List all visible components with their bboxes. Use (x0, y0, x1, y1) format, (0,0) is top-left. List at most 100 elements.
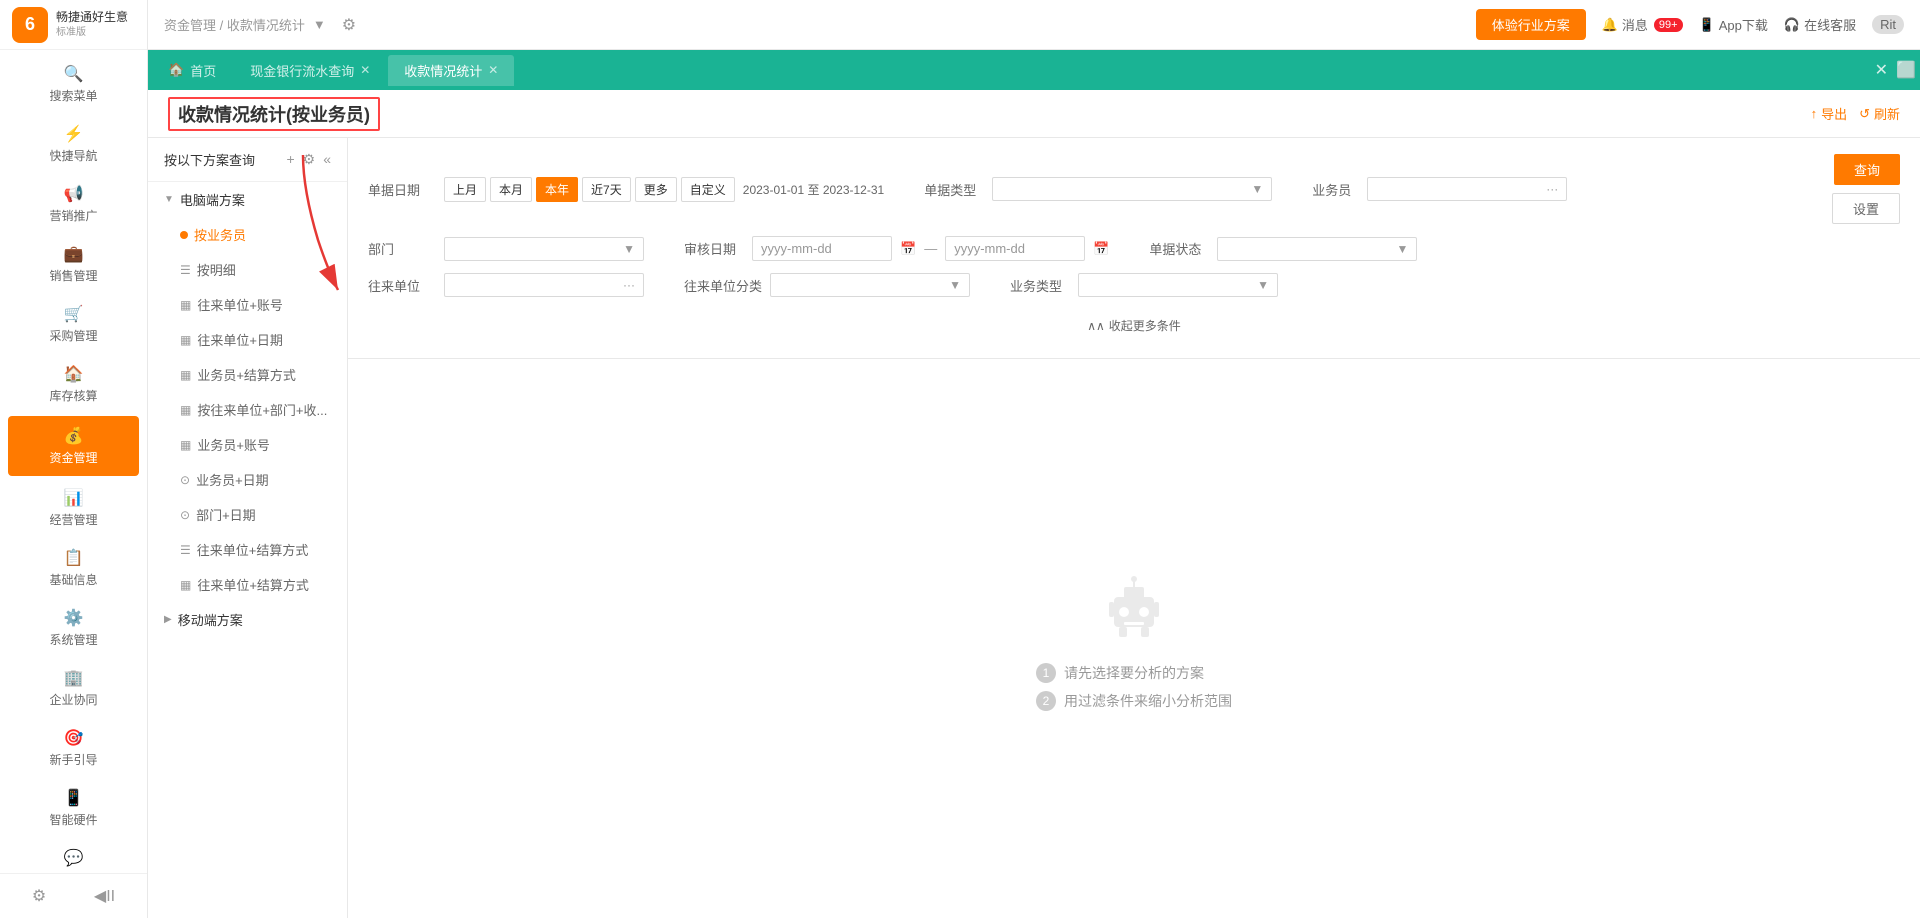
header-settings-icon[interactable]: ⚙ (342, 15, 356, 35)
collapse-panel-icon[interactable]: « (323, 151, 331, 168)
collapse-sidebar-icon[interactable]: ◀II (94, 886, 115, 906)
date-btn-more[interactable]: 更多 (635, 177, 677, 202)
calendar-to-icon[interactable]: 📅 (1093, 241, 1109, 257)
guide-icon: 🎯 (64, 728, 84, 748)
scheme-salesperson-account[interactable]: ▦ 业务员+账号 (148, 427, 347, 462)
page-actions: ↑ 导出 ↺ 刷新 (1811, 104, 1900, 123)
salesperson-settlement-icon: ▦ (180, 368, 191, 382)
sidebar-item-wechat[interactable]: 💬 企业微信 (0, 838, 147, 873)
headset-icon: 🎧 (1784, 17, 1800, 33)
audit-date-from[interactable]: yyyy-mm-dd (752, 236, 892, 261)
scheme-supplier-settlement1[interactable]: ☰ 往来单位+结算方式 (148, 532, 347, 567)
export-icon: ↑ (1811, 106, 1818, 121)
breadcrumb: 资金管理 / 收款情况统计 ▼ (164, 15, 326, 34)
biz-type-arrow-icon: ▼ (1257, 278, 1269, 292)
salesperson-more-icon[interactable]: ··· (1546, 182, 1558, 196)
tab-receipt-close[interactable]: ✕ (488, 63, 498, 77)
doc-type-group: 单据类型 (924, 180, 976, 199)
settings-button[interactable]: 设置 (1832, 193, 1900, 224)
tab-receipt[interactable]: 收款情况统计 ✕ (388, 55, 514, 86)
date-btn-this-year[interactable]: 本年 (536, 177, 578, 202)
notification-group[interactable]: 🔔 消息 99+ (1602, 15, 1683, 34)
scheme-list: ▼ 电脑端方案 按业务员 ☰ 按明细 ▦ 往来单位+账号 (148, 182, 347, 918)
scheme-supplier-date[interactable]: ▦ 往来单位+日期 (148, 322, 347, 357)
counterpart-category-select[interactable]: ▼ (770, 273, 970, 297)
export-button[interactable]: ↑ 导出 (1811, 104, 1848, 123)
dept-label: 部门 (368, 239, 428, 258)
scheme-dept-date[interactable]: ⊙ 部门+日期 (148, 497, 347, 532)
audit-date-group: 审核日期 yyyy-mm-dd 📅 — yyyy-mm-dd 📅 (684, 236, 1109, 261)
scheme-by-salesperson[interactable]: 按业务员 (148, 217, 347, 252)
operation-icon: 📊 (64, 488, 84, 508)
page-header: 收款情况统计(按业务员) ↑ 导出 ↺ 刷新 (148, 90, 1920, 138)
breadcrumb-text: 资金管理 / 收款情况统计 (164, 15, 305, 34)
add-scheme-icon[interactable]: + (286, 151, 294, 168)
sidebar-item-hardware[interactable]: 📱 智能硬件 (0, 778, 147, 838)
scheme-salesperson-settlement[interactable]: ▦ 业务员+结算方式 (148, 357, 347, 392)
collapse-up-icon: ∧∧ (1087, 319, 1105, 333)
salesperson-select[interactable]: ··· (1367, 177, 1567, 201)
logo: 6 畅捷通好生意 标准版 (0, 0, 147, 50)
scheme-supplier-account[interactable]: ▦ 往来单位+账号 (148, 287, 347, 322)
user-avatar-group[interactable]: Rit (1872, 15, 1904, 34)
main: 资金管理 / 收款情况统计 ▼ ⚙ 体验行业方案 🔔 消息 99+ 📱 App下… (148, 0, 1920, 918)
biz-type-select[interactable]: ▼ (1078, 273, 1278, 297)
close-window-icon[interactable]: ✕ (1875, 60, 1888, 80)
dropdown-icon[interactable]: ▼ (313, 17, 326, 32)
doc-type-select[interactable]: ▼ (992, 177, 1272, 201)
date-btn-7days[interactable]: 近7天 (582, 177, 631, 202)
scheme-by-detail[interactable]: ☰ 按明细 (148, 252, 347, 287)
basic-icon: 📋 (64, 548, 84, 568)
online-service-group[interactable]: 🎧 在线客服 (1784, 15, 1856, 34)
sidebar-item-system[interactable]: ⚙️ 系统管理 (0, 598, 147, 658)
sidebar: 6 畅捷通好生意 标准版 🔍 搜索菜单 ⚡ 快捷导航 📢 营销推广 💼 销售管理… (0, 0, 148, 918)
sidebar-item-sales[interactable]: 💼 销售管理 (0, 234, 147, 294)
sidebar-item-search[interactable]: 🔍 搜索菜单 (0, 54, 147, 114)
sidebar-item-enterprise[interactable]: 🏢 企业协同 (0, 658, 147, 718)
audit-date-to[interactable]: yyyy-mm-dd (945, 236, 1085, 261)
mobile-group-header[interactable]: ▶ 移动端方案 (148, 602, 347, 637)
calendar-from-icon[interactable]: 📅 (900, 241, 916, 257)
sidebar-item-quick[interactable]: ⚡ 快捷导航 (0, 114, 147, 174)
user-avatar: Rit (1872, 15, 1904, 34)
sidebar-item-basic[interactable]: 📋 基础信息 (0, 538, 147, 598)
settings-bottom-icon[interactable]: ⚙ (32, 886, 46, 906)
refresh-button[interactable]: ↺ 刷新 (1859, 104, 1900, 123)
tab-bank-close[interactable]: ✕ (360, 63, 370, 77)
sidebar-item-operation[interactable]: 📊 经营管理 (0, 478, 147, 538)
scheme-salesperson-date[interactable]: ⊙ 业务员+日期 (148, 462, 347, 497)
date-btn-last-month[interactable]: 上月 (444, 177, 486, 202)
doc-status-select[interactable]: ▼ (1217, 237, 1417, 261)
query-button[interactable]: 查询 (1834, 154, 1900, 185)
scheme-supplier-settlement2[interactable]: ▦ 往来单位+结算方式 (148, 567, 347, 602)
sidebar-bottom: ⚙ ◀II (0, 873, 147, 918)
scheme-settings-icon[interactable]: ⚙ (303, 151, 316, 168)
sidebar-item-inventory[interactable]: 🏠 库存核算 (0, 354, 147, 414)
sidebar-item-purchase[interactable]: 🛒 采购管理 (0, 294, 147, 354)
empty-robot-icon (1094, 567, 1174, 647)
sidebar-item-finance[interactable]: 💰 资金管理 (8, 416, 139, 476)
maximize-window-icon[interactable]: ⬜ (1896, 60, 1916, 80)
logo-text: 畅捷通好生意 标准版 (56, 10, 128, 39)
filter-row-3: 往来单位 ··· 往来单位分类 ▼ 业务类型 (368, 273, 1900, 297)
tab-home[interactable]: 🏠 首页 (152, 55, 232, 86)
scheme-supplier-dept[interactable]: ▦ 按往来单位+部门+收... (148, 392, 347, 427)
panel-header: 按以下方案查询 + ⚙ « (148, 138, 347, 182)
sidebar-item-guide[interactable]: 🎯 新手引导 (0, 718, 147, 778)
counterpart-select[interactable]: ··· (444, 273, 644, 297)
dept-select[interactable]: ▼ (444, 237, 644, 261)
desktop-group-header[interactable]: ▼ 电脑端方案 (148, 182, 347, 217)
sidebar-item-marketing[interactable]: 📢 营销推广 (0, 174, 147, 234)
counterpart-more-icon[interactable]: ··· (623, 278, 635, 292)
tab-bank[interactable]: 现金银行流水查询 ✕ (234, 55, 386, 86)
empty-state: 1 请先选择要分析的方案 2 用过滤条件来缩小分析范围 (348, 359, 1920, 918)
collapse-bar[interactable]: ∧∧ 收起更多条件 (368, 309, 1900, 342)
empty-steps: 1 请先选择要分析的方案 2 用过滤条件来缩小分析范围 (1036, 663, 1232, 711)
salesperson-label: 业务员 (1312, 183, 1351, 198)
date-btn-custom[interactable]: 自定义 (681, 177, 735, 202)
date-btn-this-month[interactable]: 本月 (490, 177, 532, 202)
refresh-icon: ↺ (1859, 106, 1870, 122)
app-download-group[interactable]: 📱 App下载 (1699, 15, 1768, 34)
trial-button[interactable]: 体验行业方案 (1476, 9, 1586, 40)
window-controls: ✕ ⬜ (1875, 60, 1916, 80)
